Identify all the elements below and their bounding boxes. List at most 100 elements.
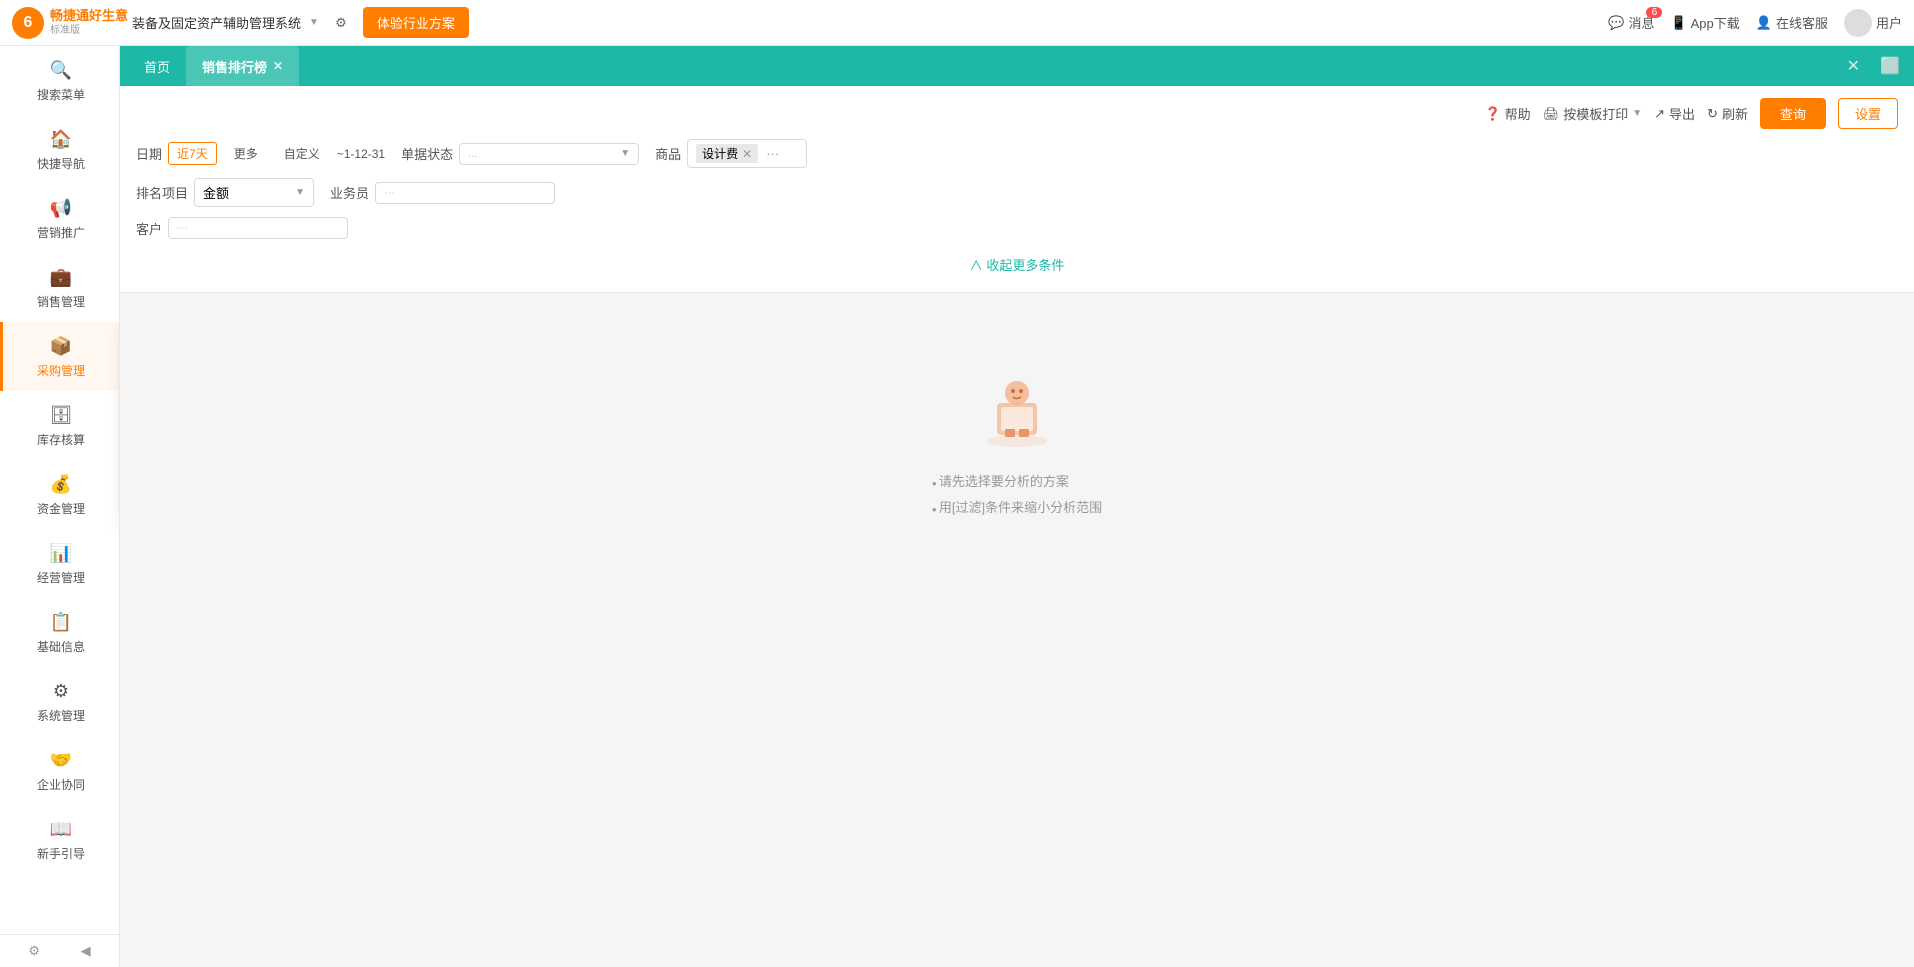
sidebar-item-inventory[interactable]: 🗄 库存核算 <box>0 391 119 460</box>
brand-name: 畅捷通好生意 <box>50 8 128 25</box>
online-service-label: 在线客服 <box>1776 13 1828 32</box>
top-header: 6 畅捷通好生意 标准版 装备及固定资产辅助管理系统 ▼ ⚙ 体验行业方案 💬 … <box>0 0 1914 46</box>
sidebar-label-marketing: 营销推广 <box>37 224 85 241</box>
date-options: 近7天 更多 自定义 ~1-12-31 <box>168 142 385 165</box>
collapse-bar[interactable]: ∧ 收起更多条件 <box>136 249 1898 280</box>
customer-select[interactable]: ··· <box>168 217 348 239</box>
date-opt-7d[interactable]: 近7天 <box>168 142 217 165</box>
header-middle: 装备及固定资产辅助管理系统 ▼ ⚙ 体验行业方案 <box>132 7 1608 38</box>
main-layout: 🔍 搜索菜单 🏠 快捷导航 📢 营销推广 💼 销售管理 📦 采购管理 🛒 <box>0 46 1914 967</box>
tab-bar-actions: ✕ ⬜ <box>1841 54 1906 78</box>
content-area: 首页 销售排行榜 ✕ ✕ ⬜ ❓ 帮助 <box>120 46 1914 967</box>
tab-close-btn[interactable]: ✕ <box>273 59 283 73</box>
sidebar-item-base-info[interactable]: 📋 基础信息 <box>0 598 119 667</box>
product-select[interactable]: 设计费 ✕ ··· <box>687 139 807 168</box>
sub-label: 标准版 <box>50 24 128 37</box>
sidebar: 🔍 搜索菜单 🏠 快捷导航 📢 营销推广 💼 销售管理 📦 采购管理 🛒 <box>0 46 120 967</box>
header-settings-btn[interactable]: ⚙ <box>327 9 355 37</box>
tab-home[interactable]: 首页 <box>128 46 186 86</box>
system-dropdown-arrow[interactable]: ▼ <box>309 17 319 28</box>
empty-tip-1: 请先选择要分析的方案 <box>932 469 1102 495</box>
message-icon: 💬 <box>1608 15 1624 31</box>
phone-icon: 📱 <box>1670 15 1686 31</box>
sidebar-item-purchase[interactable]: 📦 采购管理 🛒 采购业务 采购订单 历史 <box>0 322 119 391</box>
tab-close-all-btn[interactable]: ✕ <box>1841 54 1866 78</box>
product-more-dots[interactable]: ··· <box>766 146 779 161</box>
sidebar-settings-btn[interactable]: ⚙ <box>28 943 40 959</box>
filter-product: 商品 设计费 ✕ ··· <box>655 139 807 168</box>
logo-area: 6 畅捷通好生意 标准版 <box>12 7 132 39</box>
system-icon: ⚙ <box>49 679 73 703</box>
salesperson-select[interactable]: ··· <box>375 182 555 204</box>
date-opt-more[interactable]: 更多 <box>225 142 267 165</box>
empty-tip-2: 用[过滤]条件来缩小分析范围 <box>932 495 1102 521</box>
sidebar-label-sales: 销售管理 <box>37 293 85 310</box>
filter-bar: ❓ 帮助 🖨 按模板打印 ▼ ↗ 导出 ↻ 刷新 <box>120 86 1914 293</box>
empty-illustration <box>977 373 1057 453</box>
sidebar-item-operations[interactable]: 📊 经营管理 <box>0 529 119 598</box>
guide-icon: 📖 <box>49 817 73 841</box>
home-icon: 🏠 <box>49 127 73 151</box>
print-dropdown-icon[interactable]: ▼ <box>1632 108 1642 119</box>
filter-row-1: 日期 近7天 更多 自定义 ~1-12-31 单据状态 ... ▼ <box>136 139 1898 168</box>
sidebar-item-enterprise[interactable]: 🤝 企业协同 <box>0 736 119 805</box>
system-title: 装备及固定资产辅助管理系统 <box>132 13 301 32</box>
sidebar-item-sales[interactable]: 💼 销售管理 <box>0 253 119 322</box>
rank-dropdown: ▼ <box>295 187 305 198</box>
tab-bar: 首页 销售排行榜 ✕ ✕ ⬜ <box>120 46 1914 86</box>
refresh-icon: ↻ <box>1707 106 1718 122</box>
settings-filter-btn[interactable]: 设置 <box>1838 98 1898 129</box>
voucher-status-select[interactable]: ... ▼ <box>459 143 639 165</box>
tag-close-design[interactable]: ✕ <box>742 147 752 161</box>
sidebar-label-guide: 新手引导 <box>37 845 85 862</box>
customer-label: 客户 <box>136 219 162 238</box>
sidebar-item-guide[interactable]: 📖 新手引导 <box>0 805 119 874</box>
sidebar-label-purchase: 采购管理 <box>37 362 85 379</box>
filter-date: 日期 近7天 更多 自定义 ~1-12-31 <box>136 142 385 165</box>
online-service-action[interactable]: 👤 在线客服 <box>1756 13 1828 32</box>
product-tag-design: 设计费 ✕ <box>696 144 758 163</box>
refresh-btn[interactable]: ↻ 刷新 <box>1707 104 1748 123</box>
user-action[interactable]: 用户 <box>1844 9 1902 37</box>
date-opt-custom[interactable]: 自定义 <box>275 142 329 165</box>
purchase-icon: 📦 <box>49 334 73 358</box>
sidebar-label-finance: 资金管理 <box>37 500 85 517</box>
date-range: ~1-12-31 <box>337 147 385 161</box>
tab-maximize-btn[interactable]: ⬜ <box>1874 54 1906 78</box>
sidebar-item-quick-nav[interactable]: 🏠 快捷导航 <box>0 115 119 184</box>
sidebar-label-search: 搜索菜单 <box>37 86 85 103</box>
sidebar-label-enterprise: 企业协同 <box>37 776 85 793</box>
tab-sales-rank[interactable]: 销售排行榜 ✕ <box>186 46 299 86</box>
date-label: 日期 <box>136 144 162 163</box>
page-content: ❓ 帮助 🖨 按模板打印 ▼ ↗ 导出 ↻ 刷新 <box>120 86 1914 967</box>
finance-icon: 💰 <box>49 472 73 496</box>
print-icon: 🖨 <box>1543 106 1560 122</box>
sidebar-item-search[interactable]: 🔍 搜索菜单 <box>0 46 119 115</box>
voucher-status-dropdown: ▼ <box>620 148 630 159</box>
rank-select[interactable]: 金额 ▼ <box>194 178 314 207</box>
sidebar-item-system[interactable]: ⚙ 系统管理 <box>0 667 119 736</box>
filter-voucher-status: 单据状态 ... ▼ <box>401 143 639 165</box>
search-icon: 🔍 <box>49 58 73 82</box>
filter-salesperson: 业务员 ··· <box>330 182 555 204</box>
help-icon: ❓ <box>1484 106 1500 122</box>
sidebar-collapse-btn[interactable]: ◀ <box>81 943 91 959</box>
sales-icon: 💼 <box>49 265 73 289</box>
sidebar-label-base-info: 基础信息 <box>37 638 85 655</box>
sidebar-item-marketing[interactable]: 📢 营销推广 <box>0 184 119 253</box>
print-btn[interactable]: 🖨 按模板打印 ▼ <box>1543 104 1642 123</box>
trial-btn[interactable]: 体验行业方案 <box>363 7 469 38</box>
app-download-action[interactable]: 📱 App下载 <box>1670 13 1739 32</box>
empty-state: 请先选择要分析的方案 用[过滤]条件来缩小分析范围 <box>120 293 1914 601</box>
product-label: 商品 <box>655 144 681 163</box>
message-action[interactable]: 💬 消息 6 <box>1608 13 1654 32</box>
rank-label: 排名项目 <box>136 183 188 202</box>
help-btn[interactable]: ❓ 帮助 <box>1484 104 1530 123</box>
filter-row-3: 客户 ··· <box>136 217 1898 239</box>
sidebar-label-quick-nav: 快捷导航 <box>37 155 85 172</box>
salesperson-label: 业务员 <box>330 183 369 202</box>
sidebar-item-finance[interactable]: 💰 资金管理 <box>0 460 119 529</box>
export-btn[interactable]: ↗ 导出 <box>1654 104 1695 123</box>
filter-row-2: 排名项目 金额 ▼ 业务员 ··· <box>136 178 1898 207</box>
query-btn[interactable]: 查询 <box>1760 98 1826 129</box>
